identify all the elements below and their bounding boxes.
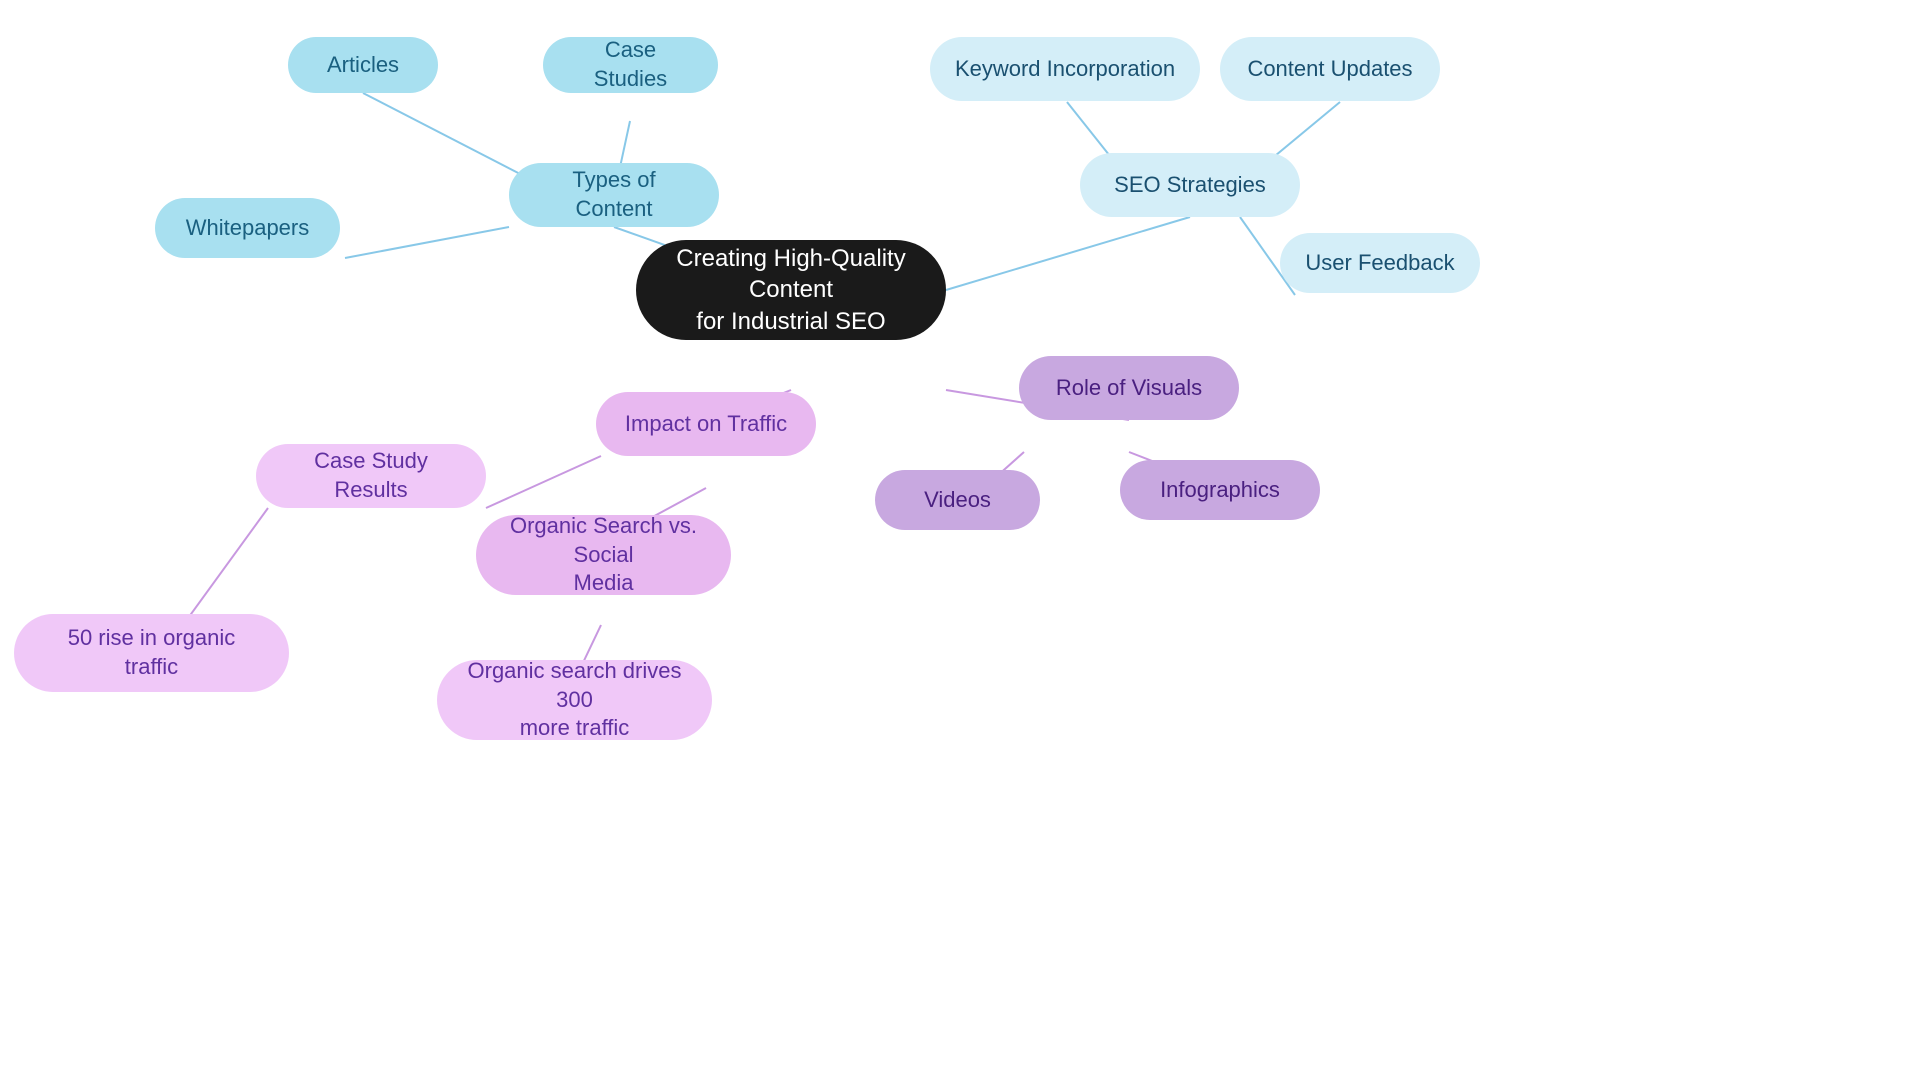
case-study-results-node: Case Study Results bbox=[256, 444, 486, 508]
keyword-incorporation-node: Keyword Incorporation bbox=[930, 37, 1200, 101]
whitepapers-node: Whitepapers bbox=[155, 198, 340, 258]
rise-in-organic-node: 50 rise in organic traffic bbox=[14, 614, 289, 692]
seo-strategies-node: SEO Strategies bbox=[1080, 153, 1300, 217]
case-studies-node: Case Studies bbox=[543, 37, 718, 93]
content-updates-node: Content Updates bbox=[1220, 37, 1440, 101]
articles-node: Articles bbox=[288, 37, 438, 93]
center-node: Creating High-Quality Contentfor Industr… bbox=[636, 240, 946, 340]
infographics-node: Infographics bbox=[1120, 460, 1320, 520]
organic-drives-node: Organic search drives 300more traffic bbox=[437, 660, 712, 740]
user-feedback-node: User Feedback bbox=[1280, 233, 1480, 293]
organic-vs-social-node: Organic Search vs. SocialMedia bbox=[476, 515, 731, 595]
types-of-content-node: Types of Content bbox=[509, 163, 719, 227]
videos-node: Videos bbox=[875, 470, 1040, 530]
role-of-visuals-node: Role of Visuals bbox=[1019, 356, 1239, 420]
impact-on-traffic-node: Impact on Traffic bbox=[596, 392, 816, 456]
